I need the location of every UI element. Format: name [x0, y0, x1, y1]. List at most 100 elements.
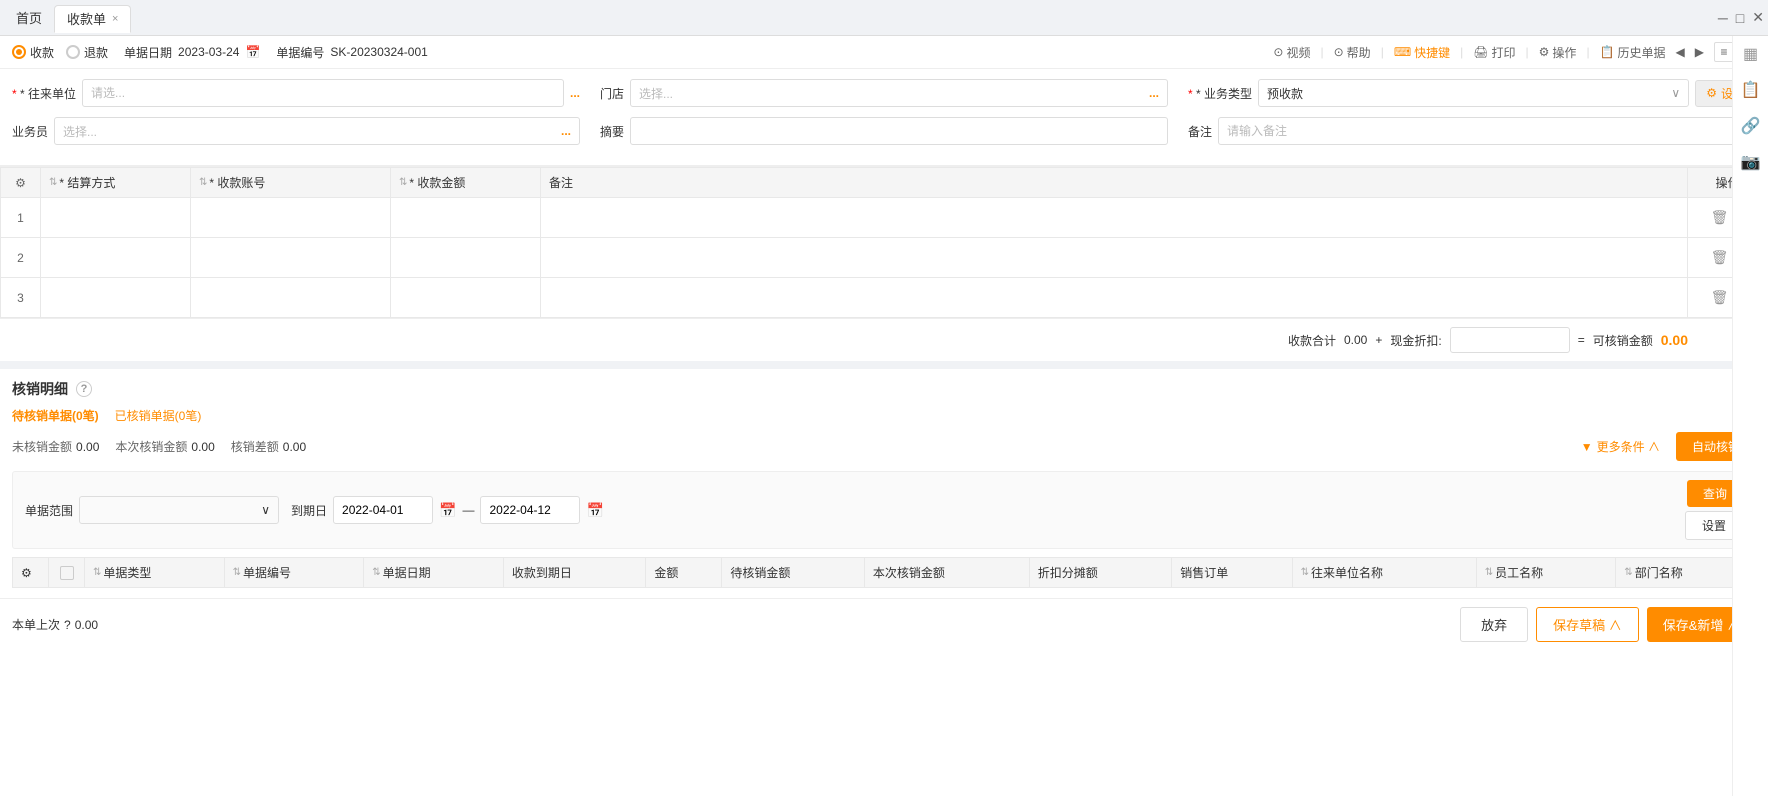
business-type-select[interactable]: 预收款 ∨ [1258, 79, 1689, 107]
calendar-icon[interactable]: 📅 [245, 45, 260, 59]
col-date-header: ⇅ 单据日期 [364, 558, 504, 588]
radio-shoukuan[interactable]: 收款 [12, 44, 54, 61]
row-2-remark[interactable] [541, 238, 1688, 278]
sidebar-doc-icon[interactable]: 📋 [1741, 80, 1761, 100]
partner-input[interactable] [82, 79, 564, 107]
total-discount-input[interactable] [1450, 327, 1570, 353]
tab-close-icon[interactable]: × [112, 13, 118, 25]
staff-select[interactable]: 选择... ... [54, 117, 580, 145]
row-1-delete-icon[interactable]: 🗑 [1711, 209, 1729, 226]
col-remark-header: 备注 [541, 168, 1688, 198]
video-icon: ⊙ [1273, 45, 1283, 59]
row-3-remark[interactable] [541, 278, 1688, 318]
date-from-input[interactable] [333, 496, 433, 524]
window-close-icon[interactable]: ✕ [1752, 9, 1764, 26]
radio-tuikuan-dot [66, 45, 80, 59]
sidebar-table-icon[interactable]: ▦ [1743, 44, 1758, 64]
sort-partner-icon: ⇅ [1301, 567, 1309, 578]
nav-right-btn[interactable]: ▶ [1695, 45, 1704, 59]
done-tab[interactable]: 已核销单据(0笔) [115, 407, 202, 424]
table-gear-icon[interactable]: ⚙ [15, 176, 26, 190]
staff-label: 业务员 [12, 123, 48, 140]
row-3-delete-icon[interactable]: 🗑 [1711, 289, 1729, 306]
col-amount-header: ⇅ * 收款金额 [391, 168, 541, 198]
remark-input[interactable] [1218, 117, 1756, 145]
row-3-account[interactable] [191, 278, 391, 318]
summary-input[interactable] [630, 117, 1168, 145]
business-type-arrow: ∨ [1671, 86, 1680, 100]
shortcut-icon: ⌨ [1394, 45, 1411, 59]
col-amount-label: * 收款金额 [409, 174, 465, 191]
footer-info: 本单上次 ? 0.00 [12, 616, 98, 633]
total-row: 收款合计 0.00 + 现金折扣: = 可核销金额 0.00 [0, 318, 1768, 361]
row-2-amount[interactable] [391, 238, 541, 278]
operation-btn[interactable]: ⚙ 操作 [1539, 44, 1577, 61]
table-row: 2 🗑 ⧉ [1, 238, 1768, 278]
layout-list-icon[interactable]: ≡ [1714, 42, 1734, 62]
range-select[interactable]: ∨ [79, 496, 279, 524]
row-2-delete-icon[interactable]: 🗑 [1711, 249, 1729, 266]
sort-dept-icon: ⇅ [1624, 567, 1632, 578]
date-to-input[interactable] [480, 496, 580, 524]
row-2-settlement[interactable] [41, 238, 191, 278]
history-btn[interactable]: 📋 历史单据 [1600, 44, 1666, 61]
staff-more-icon[interactable]: ... [561, 124, 571, 138]
discard-button[interactable]: 放弃 [1460, 607, 1528, 642]
more-conditions-btn[interactable]: ▼ 更多条件 ∧ [1581, 438, 1660, 455]
row-1-amount[interactable] [391, 198, 541, 238]
store-select[interactable]: 选择... ... [630, 79, 1168, 107]
store-field: 门店 选择... ... [600, 79, 1168, 107]
filter-row: 单据范围 ∨ 到期日 📅 — 📅 查询 设置 [12, 471, 1756, 549]
number-label: 单据编号 [276, 44, 324, 61]
reconcil-section: 核销明细 ? 待核销单据(0笔) 已核销单据(0笔) 未核销金额 0.00 本次… [0, 361, 1768, 598]
nav-left-btn[interactable]: ◀ [1676, 45, 1685, 59]
radio-shoukuan-dot [12, 45, 26, 59]
save-draft-button[interactable]: 保存草稿 ∧ [1536, 607, 1639, 642]
summary-label: 摘要 [600, 123, 624, 140]
partner-more-icon[interactable]: ... [570, 86, 580, 100]
cal-from-icon[interactable]: 📅 [439, 502, 456, 519]
form-area: * 往来单位 ... 门店 选择... ... * 业务类型 预收款 ∨ ⚙ [0, 69, 1768, 166]
reconcil-help-icon[interactable]: ? [76, 381, 92, 397]
cal-to-icon[interactable]: 📅 [586, 502, 603, 519]
tab-shoukuan[interactable]: 收款单 × [54, 5, 131, 33]
row-3-amount[interactable] [391, 278, 541, 318]
col-remark-label: 备注 [549, 176, 573, 190]
pending-tab[interactable]: 待核销单据(0笔) [12, 407, 99, 424]
col-partner-label: 往来单位名称 [1311, 564, 1383, 581]
footer-help-icon[interactable]: ? [64, 618, 71, 632]
col-partner-header: ⇅ 往来单位名称 [1292, 558, 1476, 588]
sort-icon-amount: ⇅ [399, 177, 407, 188]
remark-label: 备注 [1188, 123, 1212, 140]
bottom-table-gear-icon[interactable]: ⚙ [21, 566, 32, 580]
main-content: 收款 退款 单据日期 2023-03-24 📅 单据编号 SK-20230324… [0, 36, 1768, 796]
summary-field: 摘要 [600, 117, 1168, 145]
tab-bar-controls: ─ □ ✕ [1718, 9, 1764, 26]
store-more-icon[interactable]: ... [1149, 86, 1159, 100]
video-btn[interactable]: ⊙ 视频 [1273, 44, 1310, 61]
row-1-settlement[interactable] [41, 198, 191, 238]
select-all-checkbox[interactable] [60, 566, 74, 580]
row-1-remark[interactable] [541, 198, 1688, 238]
window-restore-icon[interactable]: □ [1736, 10, 1744, 26]
stats-row: 未核销金额 0.00 本次核销金额 0.00 核销差额 0.00 ▼ 更多条件 … [12, 432, 1756, 461]
row-3-settlement[interactable] [41, 278, 191, 318]
col-order-label: 销售订单 [1180, 566, 1228, 580]
business-type-value: 预收款 [1267, 85, 1667, 102]
shortcut-btn[interactable]: ⌨ 快捷键 [1394, 44, 1450, 61]
form-row-1: * 往来单位 ... 门店 选择... ... * 业务类型 预收款 ∨ ⚙ [12, 79, 1756, 107]
window-minus-icon[interactable]: ─ [1718, 10, 1728, 26]
tab-home[interactable]: 首页 [4, 4, 54, 32]
radio-tuikuan[interactable]: 退款 [66, 44, 108, 61]
row-1-account[interactable] [191, 198, 391, 238]
settings-gear-icon: ⚙ [1706, 86, 1717, 100]
help-circle-icon: ⊙ [1334, 45, 1344, 59]
sidebar-camera-icon[interactable]: 📷 [1741, 152, 1761, 172]
sidebar-link-icon[interactable]: 🔗 [1741, 116, 1761, 136]
help-btn[interactable]: ⊙ 帮助 [1334, 44, 1371, 61]
date-value[interactable]: 2023-03-24 [178, 45, 239, 59]
total-label1: 收款合计 [1288, 332, 1336, 349]
print-btn[interactable]: 🖨 打印 [1473, 44, 1515, 61]
row-2-account[interactable] [191, 238, 391, 278]
save-draft-label: 保存草稿 ∧ [1553, 615, 1622, 634]
